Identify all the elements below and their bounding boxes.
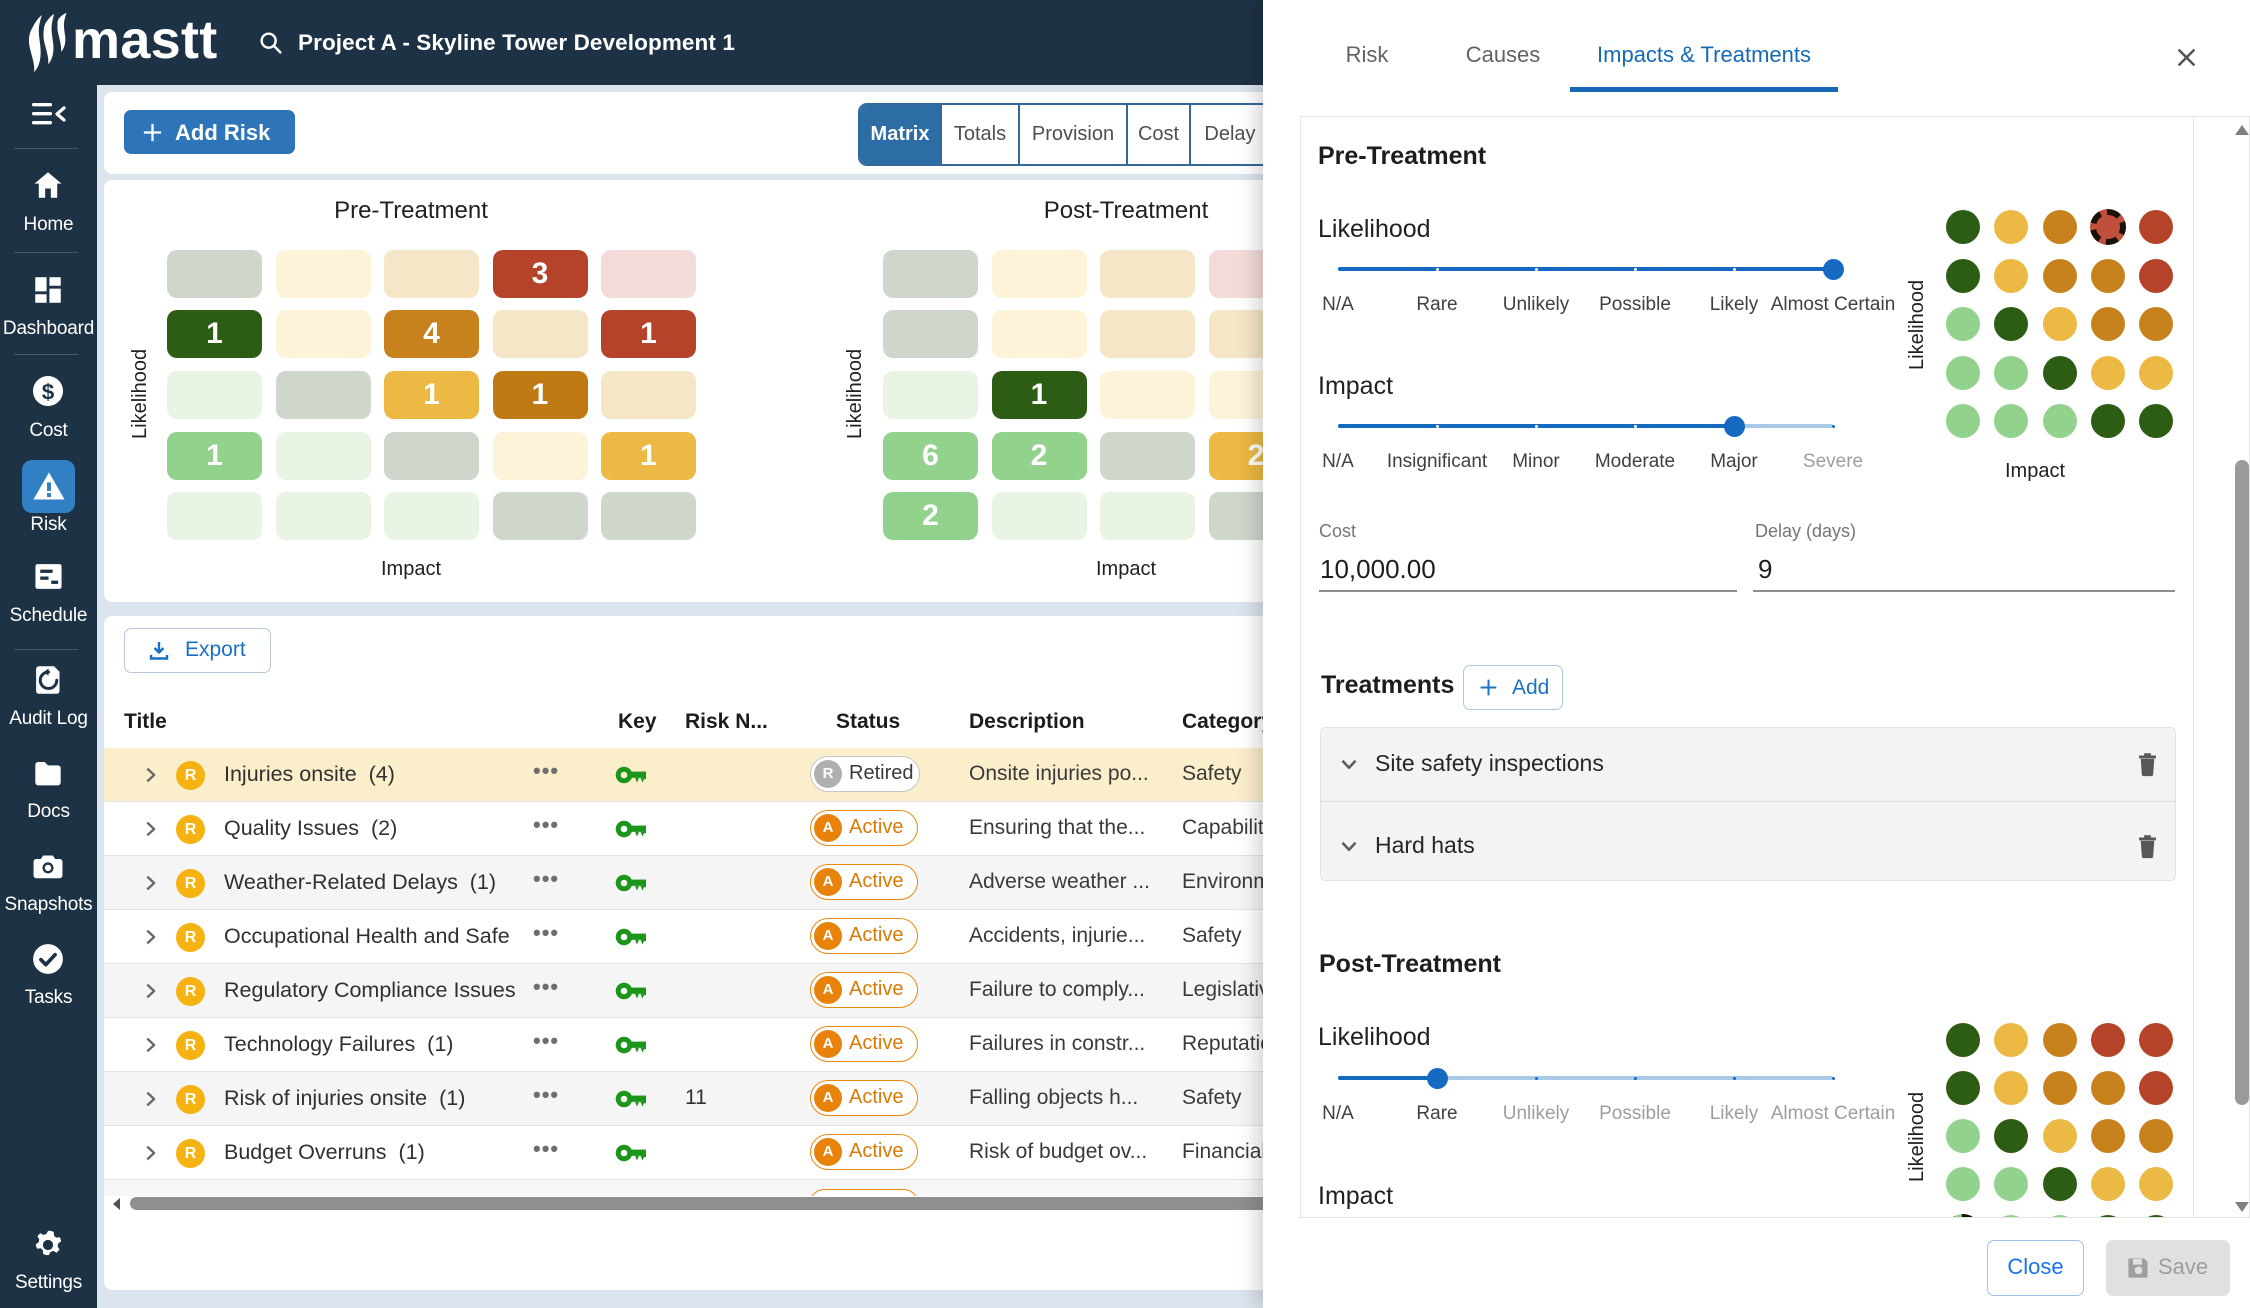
svg-text:$: $	[42, 379, 55, 404]
